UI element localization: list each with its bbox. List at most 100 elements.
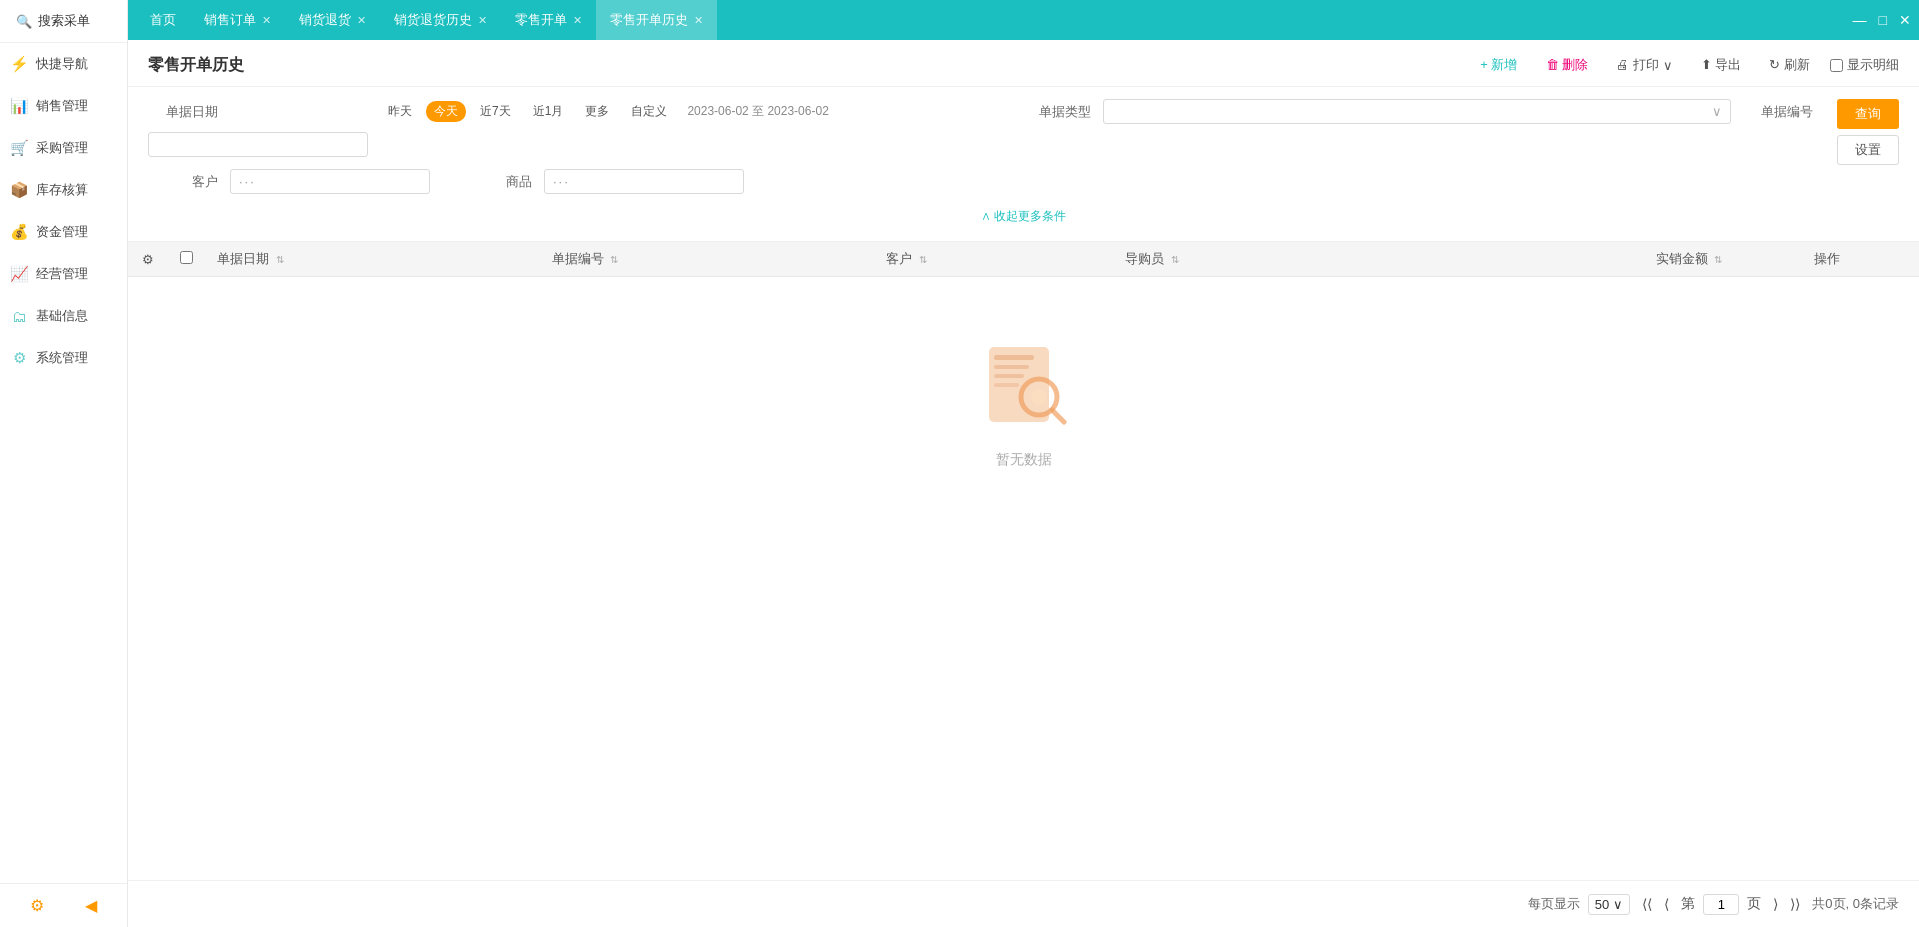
nav-prev[interactable]: ⟨: [1660, 894, 1673, 914]
base-info-icon: 🗂: [10, 307, 28, 325]
add-button[interactable]: + 新增: [1472, 52, 1525, 78]
sidebar-item-quick-nav[interactable]: ⚡ 快捷导航: [0, 43, 127, 85]
product-input[interactable]: ···: [544, 169, 744, 194]
export-button[interactable]: ⬆ 导出: [1693, 52, 1750, 78]
tab-sales-order[interactable]: 销售订单 ✕: [190, 0, 285, 40]
empty-row: 暂无数据: [128, 277, 1919, 510]
sidebar-item-purchase-mgmt[interactable]: 🛒 采购管理: [0, 127, 127, 169]
sort-amount-icon: ⇅: [1714, 254, 1722, 265]
show-detail-input[interactable]: [1830, 59, 1843, 72]
per-page-value: 50: [1595, 897, 1609, 912]
filter-row-1: 单据日期 昨天 今天 近7天 近1月 更多 自定义 2023-06-02 至 2…: [148, 99, 1899, 165]
date-custom-btn[interactable]: 自定义: [623, 101, 675, 122]
date-yesterday-btn[interactable]: 昨天: [380, 101, 420, 122]
close-tab-sales-return-history[interactable]: ✕: [478, 14, 487, 27]
inventory-icon: 📦: [10, 181, 28, 199]
sidebar-item-base-info[interactable]: 🗂 基础信息: [0, 295, 127, 337]
collapse-more-btn[interactable]: ∧ 收起更多条件: [148, 204, 1899, 229]
order-number-label: 单据编号: [1743, 103, 1813, 121]
th-action-label: 操作: [1814, 251, 1840, 266]
setup-button[interactable]: 设置: [1837, 135, 1899, 165]
delete-button[interactable]: 🗑 删除: [1538, 52, 1597, 78]
page-input[interactable]: [1703, 894, 1739, 915]
show-detail-checkbox[interactable]: 显示明细: [1830, 56, 1899, 74]
date-filter-group: 昨天 今天 近7天 近1月 更多 自定义 2023-06-02 至 2023-0…: [380, 101, 1009, 122]
page-title: 零售开单历史: [148, 55, 244, 76]
sort-customer-icon: ⇅: [919, 254, 927, 265]
print-arrow-icon: ∨: [1663, 58, 1673, 73]
select-all-checkbox[interactable]: [180, 251, 193, 264]
sidebar-item-label: 采购管理: [36, 139, 88, 157]
nav-next[interactable]: ⟩: [1769, 894, 1782, 914]
sidebar-item-finance[interactable]: 💰 资金管理: [0, 211, 127, 253]
date-today-btn[interactable]: 今天: [426, 101, 466, 122]
customer-placeholder: ···: [239, 174, 256, 189]
sidebar-settings-button[interactable]: ⚙: [30, 896, 44, 915]
sidebar-item-inventory[interactable]: 📦 库存核算: [0, 169, 127, 211]
date-label: 单据日期: [148, 103, 218, 121]
empty-text: 暂无数据: [996, 451, 1052, 469]
close-tab-sales-order[interactable]: ✕: [262, 14, 271, 27]
sort-date-icon: ⇅: [276, 254, 284, 265]
maximize-button[interactable]: □: [1879, 12, 1887, 28]
sidebar-search-label: 搜索采单: [38, 12, 90, 30]
operations-icon: 📈: [10, 265, 28, 283]
tab-sales-return[interactable]: 销货退货 ✕: [285, 0, 380, 40]
th-settings[interactable]: ⚙: [128, 242, 168, 277]
close-tab-sales-return[interactable]: ✕: [357, 14, 366, 27]
th-customer[interactable]: 客户 ⇅: [874, 242, 1113, 277]
table-container: ⚙ 单据日期 ⇅ 单据编号 ⇅: [128, 242, 1919, 880]
query-setup-col: 查询 设置: [1837, 99, 1899, 165]
sidebar-search[interactable]: 🔍 搜索采单: [0, 0, 127, 43]
sidebar-item-sales-mgmt[interactable]: 📊 销售管理: [0, 85, 127, 127]
product-placeholder: ···: [553, 174, 570, 189]
tab-retail-open-history[interactable]: 零售开单历史 ✕: [596, 0, 717, 40]
svg-point-7: [1031, 389, 1047, 405]
close-button[interactable]: ✕: [1899, 12, 1911, 28]
tab-retail-open[interactable]: 零售开单 ✕: [501, 0, 596, 40]
customer-input[interactable]: ···: [230, 169, 430, 194]
per-page-label: 每页显示: [1528, 895, 1580, 913]
sidebar-collapse-button[interactable]: ◀: [85, 896, 97, 915]
close-tab-retail-open[interactable]: ✕: [573, 14, 582, 27]
sidebar-item-label: 库存核算: [36, 181, 88, 199]
date-more-btn[interactable]: 更多: [577, 101, 617, 122]
order-number-input[interactable]: [148, 132, 368, 157]
th-number-label: 单据编号: [552, 251, 604, 266]
tab-bar: 首页 销售订单 ✕ 销货退货 ✕ 销货退货历史 ✕ 零售开单 ✕ 零售开单历史 …: [128, 0, 1919, 40]
th-amount-label: 实销金额: [1656, 251, 1708, 266]
date-last7-btn[interactable]: 近7天: [472, 101, 519, 122]
table-body: 暂无数据: [128, 277, 1919, 510]
purchase-mgmt-icon: 🛒: [10, 139, 28, 157]
sidebar-item-system-mgmt[interactable]: ⚙ 系统管理: [0, 337, 127, 379]
svg-line-6: [1052, 410, 1064, 422]
th-customer-label: 客户: [886, 251, 912, 266]
refresh-button[interactable]: ↻ 刷新: [1761, 52, 1818, 78]
order-type-select[interactable]: ∨: [1103, 99, 1732, 124]
date-last-month-btn[interactable]: 近1月: [525, 101, 572, 122]
print-button[interactable]: 🖨 打印 ∨: [1608, 52, 1681, 78]
order-type-label: 单据类型: [1021, 103, 1091, 121]
empty-icon: [974, 337, 1074, 437]
th-date[interactable]: 单据日期 ⇅: [205, 242, 540, 277]
collapse-more-label: ∧ 收起更多条件: [981, 208, 1066, 225]
nav-first[interactable]: ⟨⟨: [1638, 894, 1656, 914]
close-tab-retail-open-history[interactable]: ✕: [694, 14, 703, 27]
sidebar-item-operations[interactable]: 📈 经营管理: [0, 253, 127, 295]
th-amount[interactable]: 实销金额 ⇅: [1400, 242, 1735, 277]
data-table: ⚙ 单据日期 ⇅ 单据编号 ⇅: [128, 242, 1919, 509]
th-checkbox[interactable]: [168, 242, 205, 277]
per-page-select[interactable]: 50 ∨: [1588, 894, 1630, 915]
nav-last[interactable]: ⟩⟩: [1786, 894, 1804, 914]
sort-salesperson-icon: ⇅: [1171, 254, 1179, 265]
tab-home[interactable]: 首页: [136, 0, 190, 40]
query-button[interactable]: 查询: [1837, 99, 1899, 129]
tab-sales-return-history[interactable]: 销货退货历史 ✕: [380, 0, 501, 40]
minimize-button[interactable]: —: [1853, 12, 1867, 28]
th-salesperson[interactable]: 导购员 ⇅: [1113, 242, 1400, 277]
th-number[interactable]: 单据编号 ⇅: [540, 242, 875, 277]
empty-state: 暂无数据: [128, 277, 1919, 509]
toolbar: + 新增 🗑 删除 🖨 打印 ∨ ⬆ 导出 ↻ 刷新 显示明细: [1472, 52, 1899, 78]
quick-nav-icon: ⚡: [10, 55, 28, 73]
sidebar-item-label: 经营管理: [36, 265, 88, 283]
